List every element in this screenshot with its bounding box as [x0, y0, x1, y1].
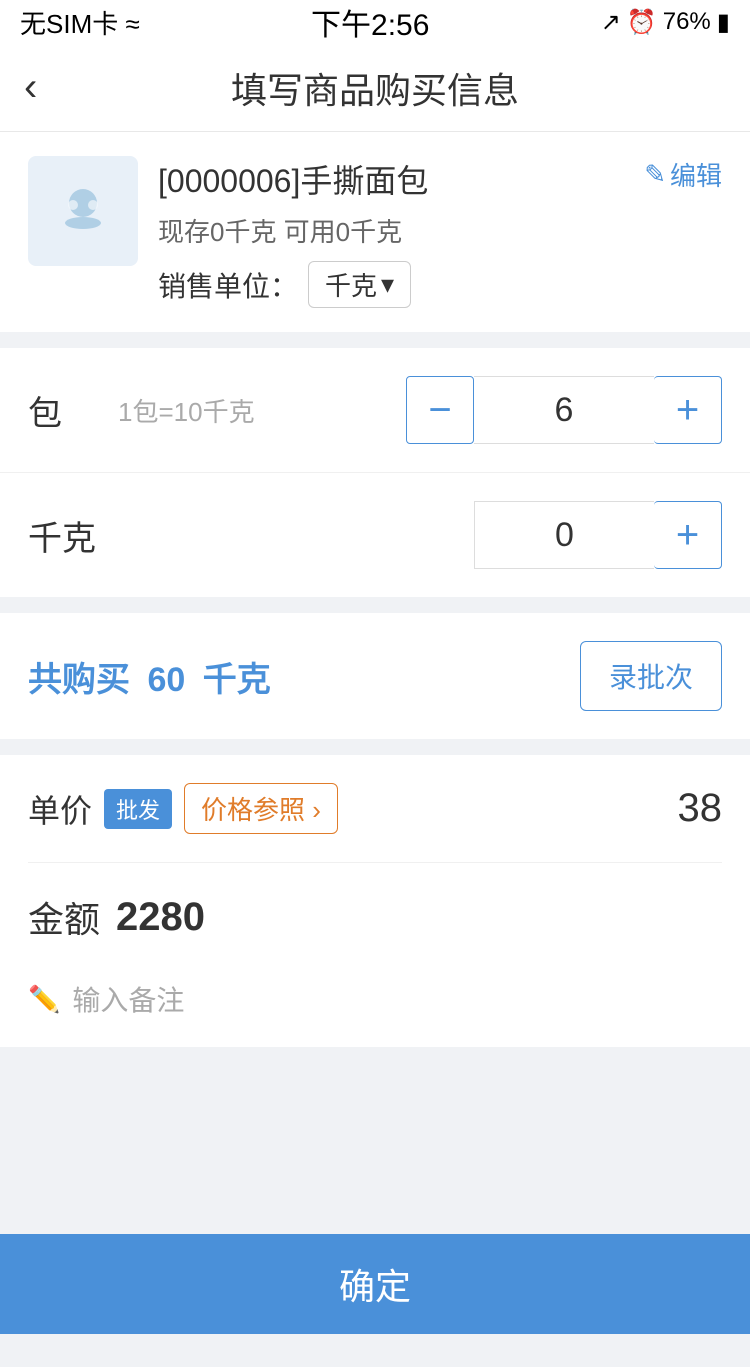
unit-select[interactable]: 千克 ▾ [308, 261, 411, 308]
price-tag: 批发 [104, 789, 172, 829]
package-quantity-input[interactable] [474, 376, 654, 444]
total-prefix: 共购买 [28, 661, 130, 699]
quantity-section: 包 1包=10千克 − + 千克 + [0, 348, 750, 597]
kilogram-quantity-input[interactable] [474, 501, 654, 569]
product-info: [0000006]手撕面包 现存0千克 可用0千克 销售单位： 千克 ▾ [158, 156, 722, 308]
remark-row[interactable]: ✏️ 输入备注 [28, 963, 722, 1047]
total-text: 共购买 60 千克 [28, 652, 271, 701]
sim-status: 无SIM卡 ≈ [20, 4, 140, 41]
amount-row: 金额 2280 [28, 891, 722, 963]
product-unit-row: 销售单位： 千克 ▾ [158, 261, 722, 308]
price-reference-button[interactable]: 价格参照 › [184, 783, 338, 834]
price-section: 单价 批发 价格参照 › 38 [0, 755, 750, 863]
price-value: 38 [678, 786, 723, 831]
location-icon: ↗ [601, 8, 621, 37]
pencil-icon: ✏️ [28, 984, 60, 1015]
package-row: 包 1包=10千克 − + [0, 348, 750, 473]
kilogram-label: 千克 [28, 511, 108, 560]
amount-label: 金额 [28, 891, 100, 943]
edit-icon: ✎ [644, 159, 666, 190]
nav-bar: ‹ 填写商品购买信息 [0, 44, 750, 132]
status-left: 无SIM卡 ≈ [20, 4, 140, 41]
total-unit: 千克 [203, 661, 271, 699]
amount-value: 2280 [116, 895, 205, 940]
amount-section: 金额 2280 ✏️ 输入备注 [0, 863, 750, 1047]
chevron-down-icon: ▾ [381, 269, 394, 300]
back-button[interactable]: ‹ [24, 65, 37, 110]
product-card: [0000006]手撕面包 现存0千克 可用0千克 销售单位： 千克 ▾ ✎ 编… [0, 132, 750, 332]
status-time: 下午2:56 [311, 0, 429, 44]
unit-value: 千克 [325, 266, 377, 303]
battery-status: 76% [663, 8, 711, 36]
product-stock: 现存0千克 可用0千克 [158, 212, 722, 249]
confirm-button[interactable]: 确定 [339, 1258, 411, 1310]
package-label: 包 [28, 386, 108, 435]
battery-icon: ▮ [717, 8, 730, 37]
unit-label: 销售单位： [158, 265, 298, 305]
edit-label: 编辑 [670, 156, 722, 193]
batch-button[interactable]: 录批次 [580, 641, 722, 711]
kilogram-plus-button[interactable]: + [654, 501, 722, 569]
product-image [28, 156, 138, 266]
package-minus-button[interactable]: − [406, 376, 474, 444]
total-amount: 60 [147, 661, 185, 699]
total-section: 共购买 60 千克 录批次 [0, 613, 750, 739]
kilogram-row: 千克 + [0, 473, 750, 597]
alarm-icon: ⏰ [627, 8, 657, 37]
price-row: 单价 批发 价格参照 › 38 [28, 783, 722, 863]
status-right: ↗ ⏰ 76% ▮ [601, 8, 730, 37]
product-name: [0000006]手撕面包 [158, 156, 722, 202]
price-label: 单价 [28, 786, 92, 832]
package-plus-button[interactable]: + [654, 376, 722, 444]
status-bar: 无SIM卡 ≈ 下午2:56 ↗ ⏰ 76% ▮ [0, 0, 750, 44]
package-hint: 1包=10千克 [108, 392, 406, 429]
edit-button[interactable]: ✎ 编辑 [644, 156, 722, 193]
kilogram-controls: + [474, 501, 722, 569]
package-controls: − + [406, 376, 722, 444]
product-logo-icon [53, 181, 113, 241]
page-title: 填写商品购买信息 [231, 62, 519, 114]
footer[interactable]: 确定 [0, 1234, 750, 1334]
remark-placeholder: 输入备注 [72, 979, 184, 1019]
